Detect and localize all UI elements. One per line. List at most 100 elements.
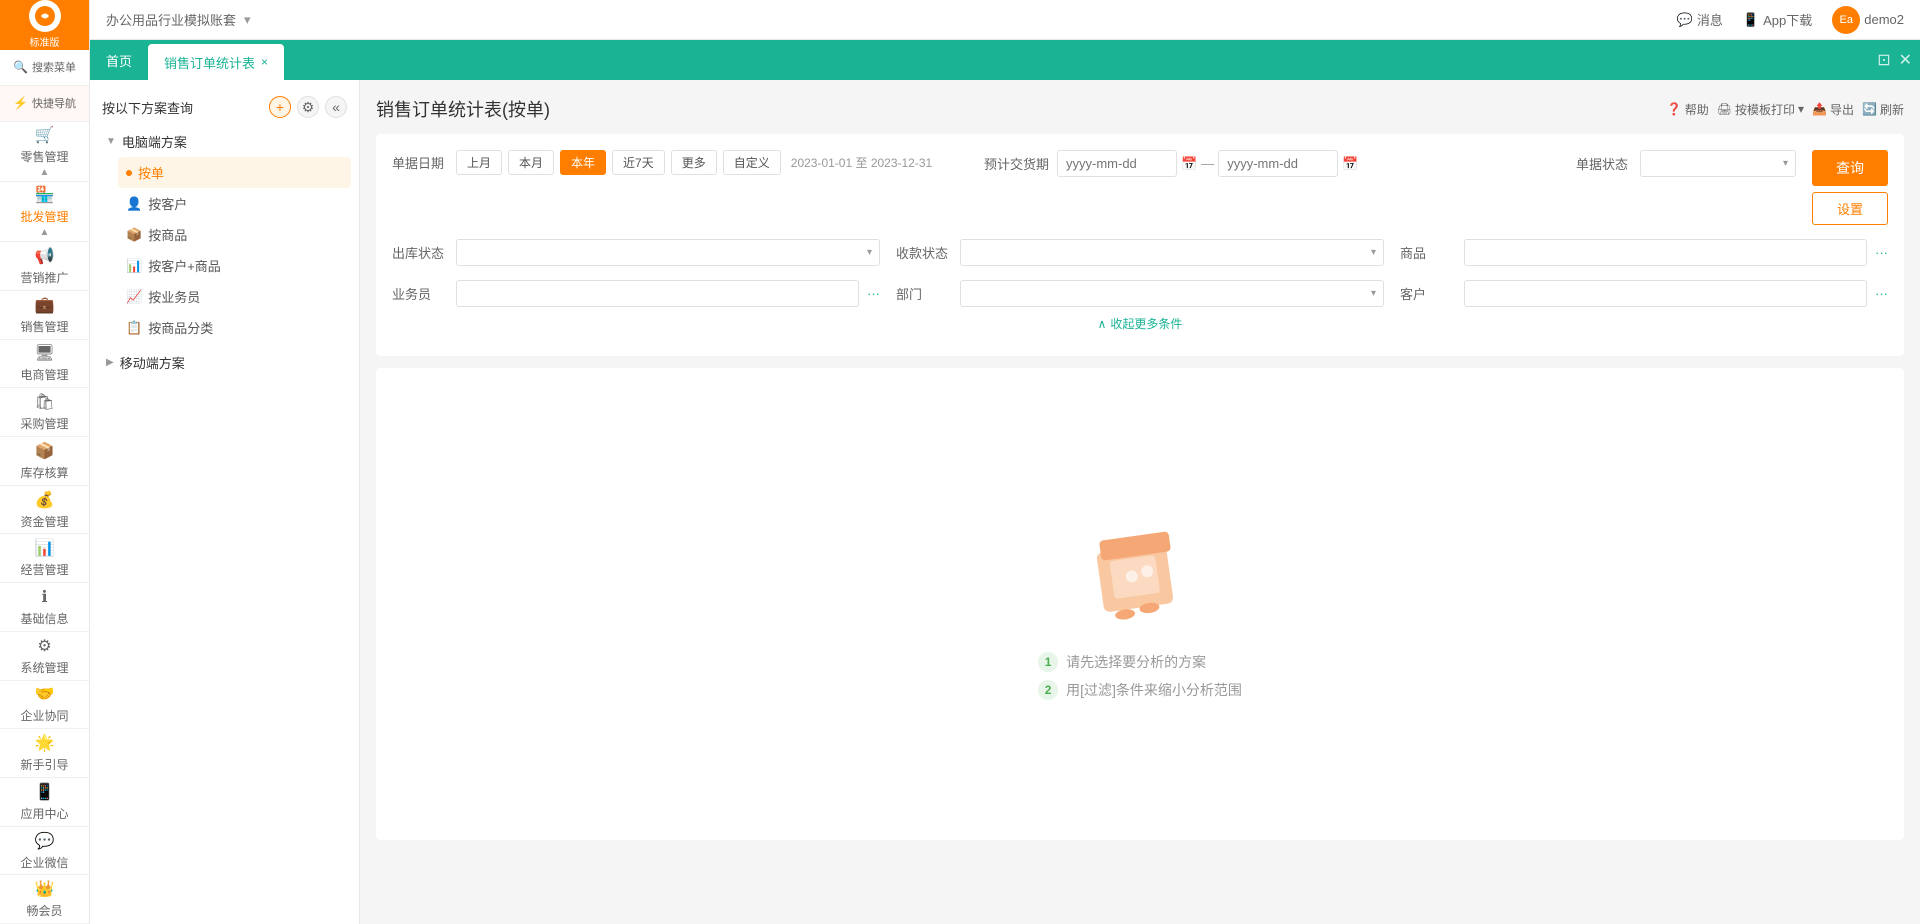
sidebar-item-finance[interactable]: 💰 资金管理	[0, 486, 90, 535]
help-btn[interactable]: ❓ 帮助	[1667, 101, 1709, 118]
last-7days-btn[interactable]: 近7天	[612, 150, 665, 175]
sidebar-item-purchase[interactable]: 🛍 采购管理	[0, 388, 90, 437]
status-filter-label: 单据状态	[1576, 154, 1632, 173]
collapse-bar[interactable]: ∧ 收起更多条件	[392, 307, 1888, 340]
app-logo[interactable]: 标准版	[0, 0, 90, 50]
tree-child-by-product[interactable]: 📦 按商品	[118, 219, 351, 250]
sidebar-item-enterprise-wechat[interactable]: 💬 企业微信	[0, 827, 90, 876]
salesperson-more-btn[interactable]: ···	[867, 286, 880, 301]
customer-product-icon: 📊	[126, 258, 142, 274]
sidebar-item-wholesale[interactable]: 🏪 批发管理 ▲	[0, 182, 90, 242]
industry-label: 办公用品行业模拟账套	[106, 10, 236, 29]
department-label: 部门	[896, 284, 952, 303]
sidebar-item-retail[interactable]: 🛒 零售管理 ▲	[0, 122, 90, 182]
payment-select[interactable]	[960, 239, 1384, 266]
collapse-panel-btn[interactable]: «	[325, 96, 347, 118]
tab-home[interactable]: 首页	[90, 40, 148, 80]
tree-child-by-customer[interactable]: 👤 按客户	[118, 188, 351, 219]
mobile-section-label: 移动端方案	[120, 353, 185, 372]
finance-icon: 💰	[35, 490, 55, 510]
sidebar-item-ecom-label: 电商管理	[20, 366, 68, 383]
refresh-btn[interactable]: 🔄 刷新	[1862, 101, 1904, 118]
empty-state: 1 请先选择要分析的方案 2 用[过滤]条件来缩小分析范围	[376, 428, 1904, 780]
pc-expand-icon: ▼	[106, 136, 116, 147]
sidebar-item-sales[interactable]: 💼 销售管理	[0, 291, 90, 340]
cal-start-icon[interactable]: 📅	[1181, 156, 1197, 172]
shipment-label: 出库状态	[392, 243, 448, 262]
add-scheme-btn[interactable]: +	[269, 96, 291, 118]
template-print-btn[interactable]: 🖨 按模板打印 ▾	[1717, 101, 1804, 118]
panel-title: 按以下方案查询	[102, 98, 193, 117]
sidebar-item-vip[interactable]: 👑 畅会员	[0, 875, 90, 924]
tree-child-by-category[interactable]: 📋 按商品分类	[118, 312, 351, 343]
sidebar-search[interactable]: 🔍 搜索菜单	[0, 50, 90, 86]
product-more-btn[interactable]: ···	[1875, 245, 1888, 260]
mobile-expand-icon: ▶	[106, 357, 114, 368]
topbar-dropdown-icon[interactable]: ▾	[244, 12, 251, 28]
settings-icon: ⚙	[302, 99, 315, 116]
close-window-btn[interactable]: ✕	[1899, 50, 1912, 70]
tab-sales-order-stats[interactable]: 销售订单统计表 ×	[148, 44, 284, 80]
sidebar-item-newbie-label: 新手引导	[20, 756, 68, 773]
tree-child-by-salesperson[interactable]: 📈 按业务员	[118, 281, 351, 312]
custom-date-btn[interactable]: 自定义	[723, 150, 781, 175]
category-icon: 📋	[126, 320, 142, 336]
user-profile[interactable]: Ea demo2	[1832, 6, 1904, 34]
tree-child-by-category-label: 按商品分类	[148, 318, 213, 337]
tab-close-icon[interactable]: ×	[261, 55, 268, 69]
expected-date-input: 📅 — 📅	[1057, 150, 1358, 177]
tree-parent-mobile[interactable]: ▶ 移动端方案	[98, 347, 351, 378]
app-center-icon: 📱	[35, 782, 55, 802]
tabbar-right: ⊡ ✕	[1877, 50, 1920, 70]
settings-btn[interactable]: 设置	[1812, 192, 1888, 225]
right-content: 销售订单统计表(按单) ❓ 帮助 🖨 按模板打印 ▾ 📤 导出	[360, 80, 1920, 924]
sidebar-item-inventory-label: 库存核算	[20, 464, 68, 481]
quicknav-icon: ⚡	[13, 96, 28, 110]
tree-child-by-order[interactable]: 按单	[118, 157, 351, 188]
shipment-select[interactable]	[456, 239, 880, 266]
department-filter-cell: 部门 ▾	[896, 280, 1384, 307]
expected-date-start[interactable]	[1057, 150, 1177, 177]
product-input[interactable]	[1464, 239, 1867, 266]
sidebar-item-system[interactable]: ⚙ 系统管理	[0, 632, 90, 681]
expected-date-end[interactable]	[1218, 150, 1338, 177]
sidebar-item-enterprise[interactable]: 🤝 企业协同	[0, 681, 90, 730]
message-btn[interactable]: 💬 消息	[1677, 10, 1723, 29]
sidebar-item-enterprise-label: 企业协同	[20, 707, 68, 724]
settings-scheme-btn[interactable]: ⚙	[297, 96, 319, 118]
cal-end-icon[interactable]: 📅	[1342, 156, 1358, 172]
sidebar-item-inventory[interactable]: 📦 库存核算	[0, 437, 90, 486]
last-month-btn[interactable]: 上月	[456, 150, 502, 175]
export-btn[interactable]: 📤 导出	[1812, 101, 1854, 118]
status-select[interactable]	[1640, 150, 1796, 177]
sidebar-item-operation[interactable]: 📊 经营管理	[0, 534, 90, 583]
more-date-btn[interactable]: 更多	[671, 150, 717, 175]
sidebar-item-vip-label: 畅会员	[26, 902, 62, 919]
sidebar-item-app-center[interactable]: 📱 应用中心	[0, 778, 90, 827]
ecom-icon: 🖥	[35, 343, 55, 363]
tree-child-by-customer-label: 按客户	[148, 194, 187, 213]
customer-input[interactable]	[1464, 280, 1867, 307]
department-select[interactable]	[960, 280, 1384, 307]
app-download-btn[interactable]: 📱 App下载	[1743, 10, 1812, 29]
search-icon: 🔍	[13, 60, 28, 74]
page-actions: ❓ 帮助 🖨 按模板打印 ▾ 📤 导出 🔄 刷新	[1667, 101, 1904, 118]
tree-parent-pc[interactable]: ▼ 电脑端方案	[98, 126, 351, 157]
empty-hints: 1 请先选择要分析的方案 2 用[过滤]条件来缩小分析范围	[1038, 652, 1242, 700]
sidebar-item-ecom[interactable]: 🖥 电商管理	[0, 340, 90, 389]
sidebar-item-basic[interactable]: ℹ 基础信息	[0, 583, 90, 632]
sidebar-item-marketing[interactable]: 📢 营销推广	[0, 242, 90, 291]
restore-btn[interactable]: ⊡	[1877, 50, 1890, 70]
sidebar-quicknav[interactable]: ⚡ 快捷导航	[0, 86, 90, 122]
tree-child-by-customer-product[interactable]: 📊 按客户+商品	[118, 250, 351, 281]
enterprise-wechat-icon: 💬	[35, 831, 55, 851]
salesperson-input[interactable]	[456, 280, 859, 307]
this-month-btn[interactable]: 本月	[508, 150, 554, 175]
sidebar-item-newbie[interactable]: 🌟 新手引导	[0, 729, 90, 778]
customer-more-btn[interactable]: ···	[1875, 286, 1888, 301]
this-year-btn[interactable]: 本年	[560, 150, 606, 175]
topbar-left: 办公用品行业模拟账套 ▾	[106, 10, 251, 29]
query-btn[interactable]: 查询	[1812, 150, 1888, 186]
empty-hint-1: 1 请先选择要分析的方案	[1038, 652, 1242, 672]
app-name: 标准版	[30, 34, 60, 49]
